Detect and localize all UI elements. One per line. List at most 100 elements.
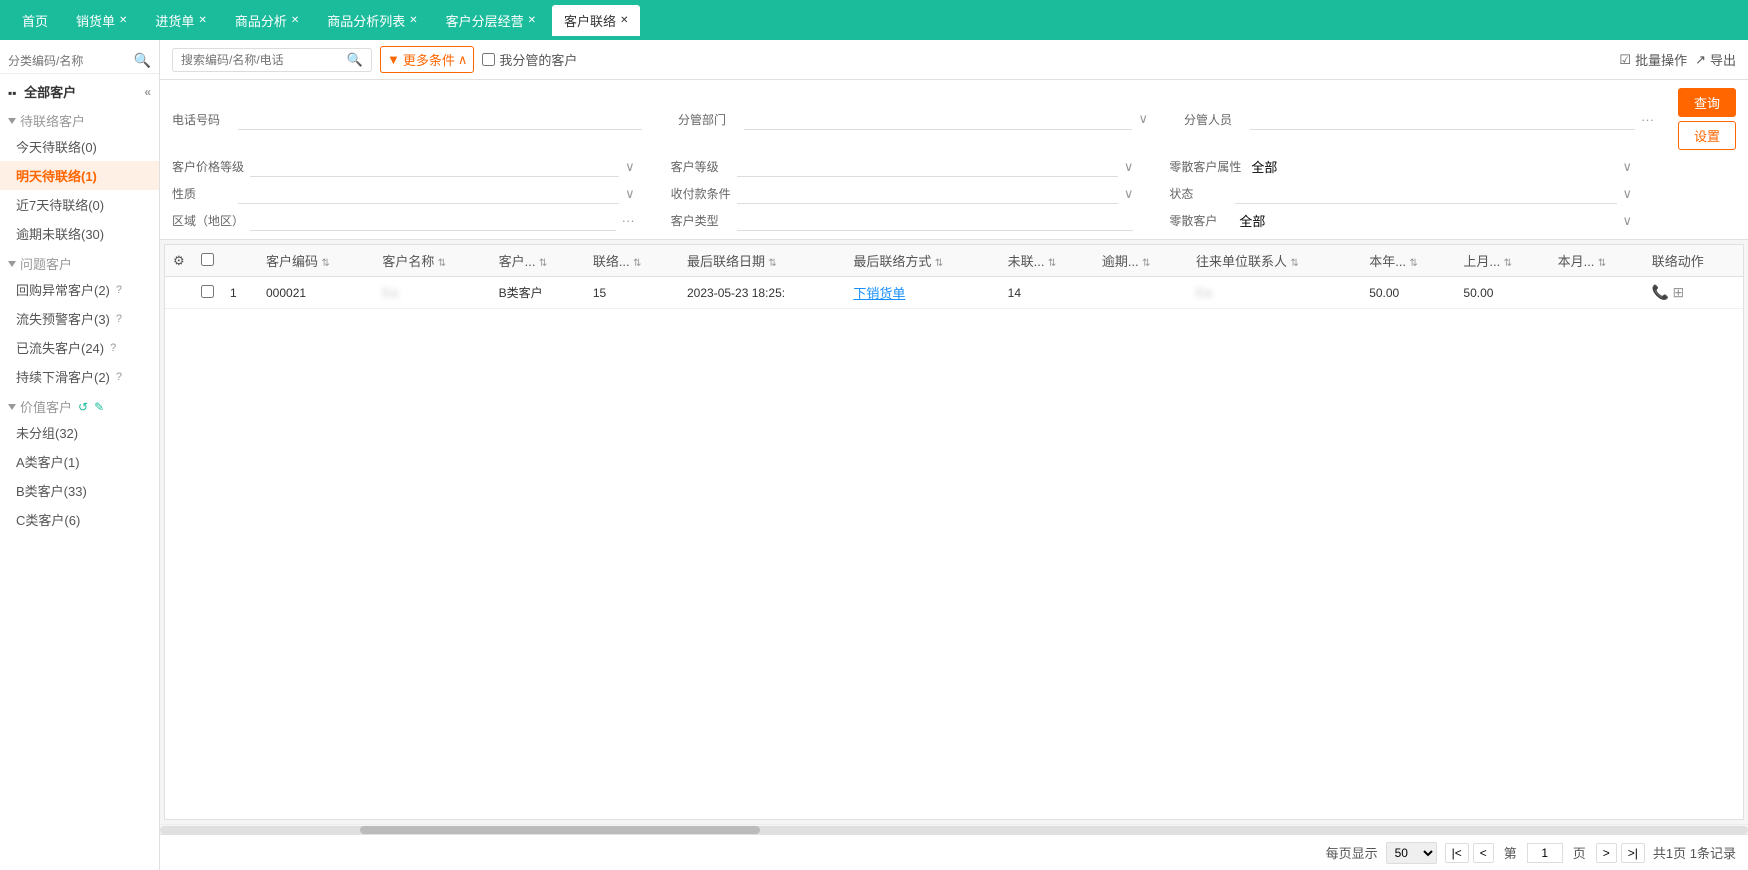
contact-method-link[interactable]: 下销货单: [853, 286, 905, 301]
page-number-input[interactable]: [1527, 843, 1563, 863]
repurchase-info-icon[interactable]: ?: [116, 284, 122, 296]
sidebar-item-overdue[interactable]: 逾期未联络(30): [0, 219, 159, 248]
year-sort-icon[interactable]: ⇅: [1409, 258, 1417, 269]
nav-customer-tier[interactable]: 客户分层经营 ✕: [434, 5, 548, 36]
nav-close-customer-contact[interactable]: ✕: [620, 15, 628, 26]
nav-goods-analysis[interactable]: 商品分析 ✕: [223, 5, 311, 36]
customer-level-dropdown-icon[interactable]: ∨: [1124, 159, 1134, 175]
sidebar-item-type-a[interactable]: A类客户(1): [0, 447, 159, 476]
th-this-month[interactable]: 本月... ⇅: [1550, 245, 1644, 277]
sidebar-item-declining[interactable]: 持续下滑客户(2) ?: [0, 362, 159, 391]
sidebar-item-repurchase[interactable]: 回购异常客户(2) ?: [0, 275, 159, 304]
horizontal-scrollbar[interactable]: [160, 824, 1748, 834]
churn-info-icon[interactable]: ?: [116, 313, 122, 325]
sidebar-search-input[interactable]: [8, 54, 134, 68]
value-group-edit-icon[interactable]: ✎: [94, 400, 104, 414]
method-sort-icon[interactable]: ⇅: [935, 258, 943, 269]
status-dropdown-icon[interactable]: ∨: [1623, 186, 1633, 202]
my-customers-checkbox[interactable]: [482, 53, 495, 66]
nav-goods-list[interactable]: 商品分析列表 ✕: [315, 5, 429, 36]
th-partner-contact[interactable]: 往来单位联系人 ⇅: [1188, 245, 1361, 277]
declining-info-icon[interactable]: ?: [116, 371, 122, 383]
partner-sort-icon[interactable]: ⇅: [1290, 258, 1298, 269]
bulk-op-btn[interactable]: ☑ 批量操作: [1619, 50, 1687, 69]
nav-close-purchase[interactable]: ✕: [198, 15, 206, 26]
row-checkbox[interactable]: [201, 285, 214, 298]
sidebar-item-ungrouped[interactable]: 未分组(32): [0, 418, 159, 447]
retail-attr-dropdown-icon[interactable]: ∨: [1623, 159, 1633, 175]
region-more-icon[interactable]: ···: [622, 213, 635, 228]
name-sort-icon[interactable]: ⇅: [438, 258, 446, 269]
sidebar-all-customers[interactable]: ▪▪ 全部客户 «: [0, 78, 159, 105]
more-conditions-btn[interactable]: ▼ 更多条件 ∧: [380, 46, 474, 73]
nav-purchase[interactable]: 进货单 ✕: [143, 5, 218, 36]
th-last-contact-date[interactable]: 最后联络日期 ⇅: [679, 245, 845, 277]
lmonth-sort-icon[interactable]: ⇅: [1504, 258, 1512, 269]
th-overdue[interactable]: 逾期... ⇅: [1094, 245, 1188, 277]
payment-dropdown-icon[interactable]: ∨: [1124, 186, 1134, 202]
customer-type-input[interactable]: [737, 210, 1134, 231]
search-input[interactable]: [181, 53, 347, 67]
sidebar-search-icon[interactable]: 🔍: [134, 52, 151, 69]
prev-page-btn[interactable]: <: [1473, 843, 1494, 863]
retail-customer-dropdown-icon[interactable]: ∨: [1623, 213, 1633, 229]
sidebar-item-lost[interactable]: 已流失客户(24) ?: [0, 333, 159, 362]
payment-input[interactable]: [737, 183, 1118, 204]
nav-close-goods-list[interactable]: ✕: [409, 15, 417, 26]
last-page-btn[interactable]: >|: [1621, 843, 1645, 863]
overdue-sort-icon[interactable]: ⇅: [1142, 258, 1150, 269]
export-btn[interactable]: ↗ 导出: [1695, 50, 1736, 69]
sidebar-item-type-c[interactable]: C类客户(6): [0, 505, 159, 534]
month-sort-icon[interactable]: ⇅: [1598, 258, 1606, 269]
contact-sort-icon[interactable]: ⇅: [633, 258, 641, 269]
set-btn[interactable]: 设置: [1678, 121, 1736, 150]
settings-icon[interactable]: ⚙: [173, 253, 185, 268]
nav-sales[interactable]: 销货单 ✕: [64, 5, 139, 36]
th-last-month[interactable]: 上月... ⇅: [1455, 245, 1549, 277]
nav-customer-contact[interactable]: 客户联络 ✕: [552, 5, 640, 36]
th-last-contact-method[interactable]: 最后联络方式 ⇅: [845, 245, 999, 277]
first-page-btn[interactable]: |<: [1445, 843, 1469, 863]
status-input[interactable]: [1235, 183, 1616, 204]
scrollbar-thumb[interactable]: [360, 826, 760, 834]
row-last-contact-method[interactable]: 下销货单: [845, 277, 999, 309]
nav-close-goods-analysis[interactable]: ✕: [291, 15, 299, 26]
customer-price-level-input[interactable]: [250, 156, 619, 177]
th-settings[interactable]: ⚙: [165, 245, 193, 277]
price-level-dropdown-icon[interactable]: ∨: [625, 159, 635, 175]
search-icon[interactable]: 🔍: [347, 52, 363, 68]
phone-input[interactable]: [238, 109, 642, 130]
nav-close-sales[interactable]: ✕: [119, 15, 127, 26]
th-check[interactable]: [193, 245, 222, 277]
contact-more-icon[interactable]: ⊞: [1673, 284, 1685, 300]
lost-info-icon[interactable]: ?: [110, 342, 116, 354]
th-this-year[interactable]: 本年... ⇅: [1361, 245, 1455, 277]
person-input[interactable]: [1250, 109, 1635, 130]
sidebar-item-tomorrow[interactable]: 明天待联络(1): [0, 161, 159, 190]
scrollbar-track[interactable]: [160, 826, 1748, 834]
gender-dropdown-icon[interactable]: ∨: [625, 186, 635, 202]
row-check[interactable]: [193, 277, 222, 309]
uncontacted-sort-icon[interactable]: ⇅: [1048, 258, 1056, 269]
sidebar-item-type-b[interactable]: B类客户(33): [0, 476, 159, 505]
th-code[interactable]: 客户编码 ⇅: [258, 245, 374, 277]
code-sort-icon[interactable]: ⇅: [321, 258, 329, 269]
dept-dropdown-icon[interactable]: ∨: [1138, 111, 1148, 127]
select-all-checkbox[interactable]: [201, 253, 214, 266]
th-customer-type[interactable]: 客户... ⇅: [491, 245, 585, 277]
dept-input[interactable]: [744, 109, 1132, 130]
nav-home[interactable]: 首页: [10, 5, 60, 36]
sidebar-item-week7[interactable]: 近7天待联络(0): [0, 190, 159, 219]
sidebar-item-today[interactable]: 今天待联络(0): [0, 132, 159, 161]
sidebar-item-churn[interactable]: 流失预警客户(3) ?: [0, 304, 159, 333]
value-group-refresh-icon[interactable]: ↺: [78, 400, 88, 414]
region-input[interactable]: [250, 210, 616, 231]
date-sort-icon[interactable]: ⇅: [768, 258, 776, 269]
contact-phone-icon[interactable]: 📞: [1652, 284, 1669, 300]
sidebar-collapse-all[interactable]: «: [144, 85, 151, 99]
customer-level-input[interactable]: [737, 156, 1118, 177]
th-name[interactable]: 客户名称 ⇅: [374, 245, 490, 277]
type-sort-icon[interactable]: ⇅: [539, 258, 547, 269]
nav-close-customer-tier[interactable]: ✕: [528, 15, 536, 26]
query-btn[interactable]: 查询: [1678, 88, 1736, 117]
